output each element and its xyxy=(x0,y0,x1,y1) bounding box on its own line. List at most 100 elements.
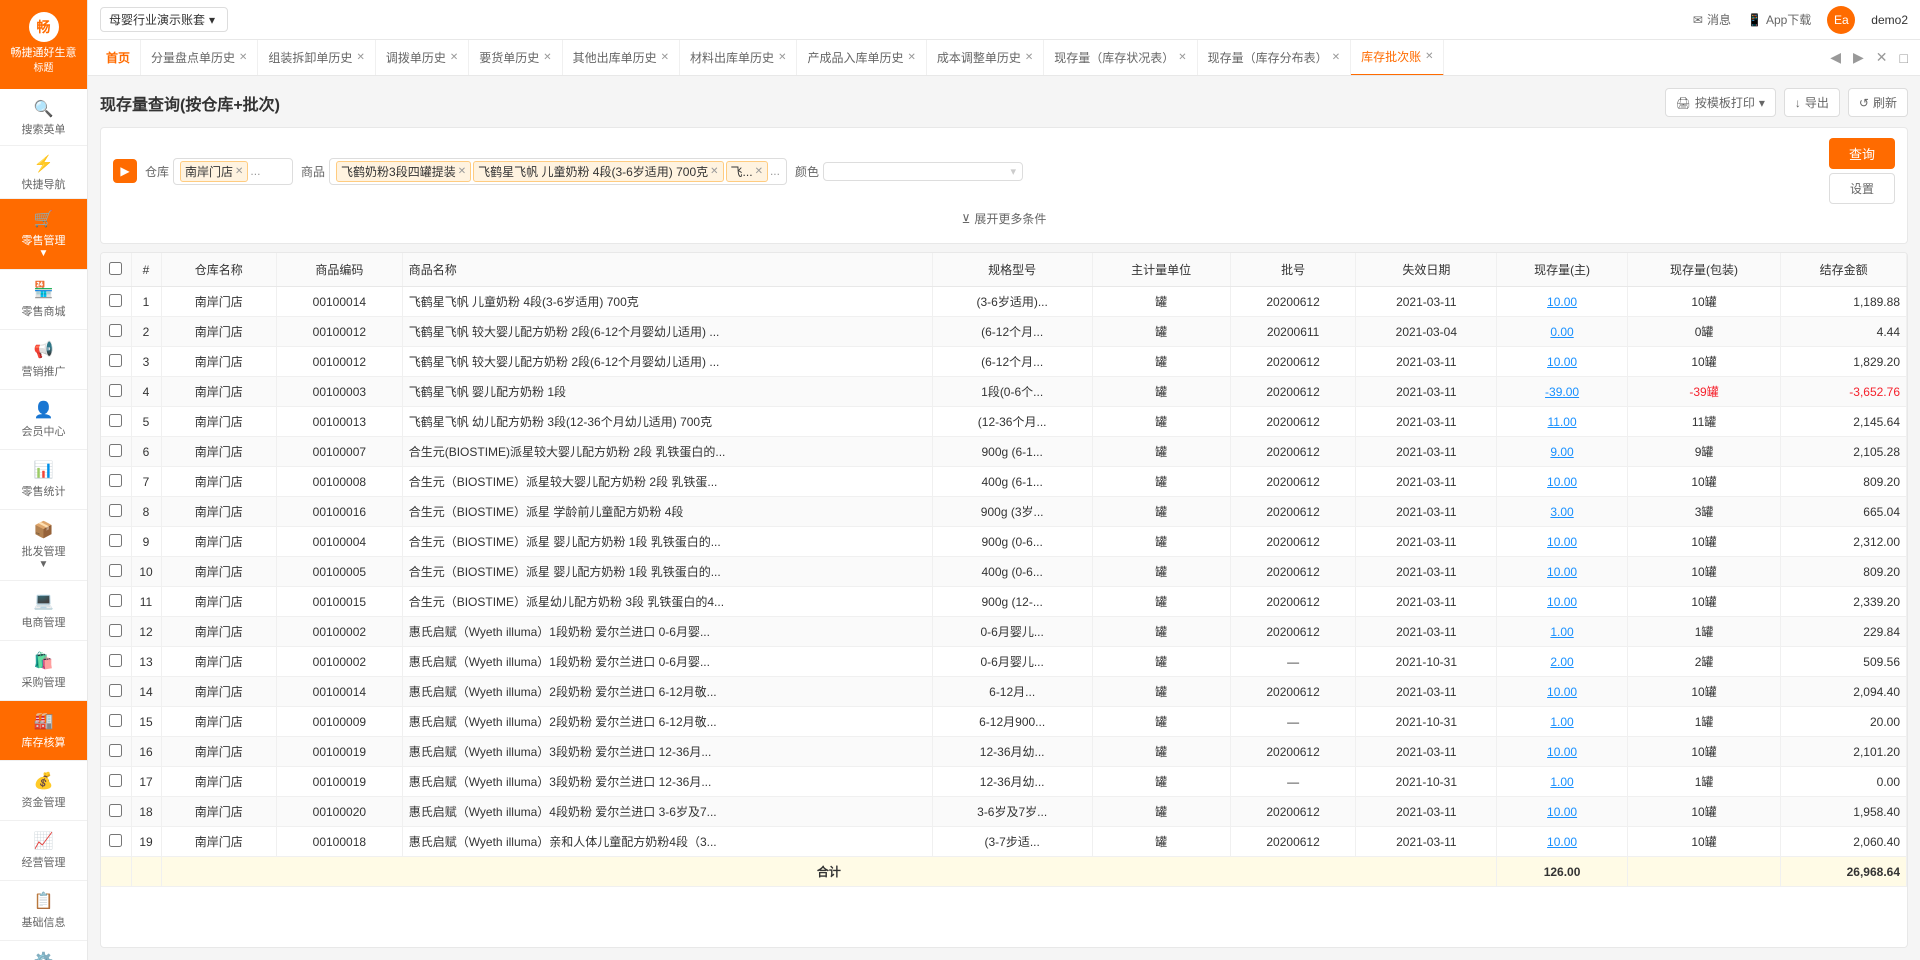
tab-home[interactable]: 首页 xyxy=(96,40,141,76)
sidebar-item-retail-shop[interactable]: 🏪 零售商城 xyxy=(0,270,87,330)
sidebar-item-finance[interactable]: 💰 资金管理 xyxy=(0,761,87,821)
tab-stock-dist[interactable]: 现存量（库存分布表） ✕ xyxy=(1198,40,1351,76)
tab-close-stock-dist[interactable]: ✕ xyxy=(1332,52,1340,63)
sidebar-item-quick-nav[interactable]: ⚡ 快捷导航 xyxy=(0,146,87,199)
th-checkbox[interactable] xyxy=(101,253,131,287)
print-button[interactable]: 🖨 按模板打印 ▾ xyxy=(1665,88,1776,117)
table-scroll[interactable]: # 仓库名称 商品编码 商品名称 规格型号 主计量单位 批号 失效日期 现存量(… xyxy=(101,253,1907,947)
row-checkbox[interactable] xyxy=(101,647,131,677)
message-btn[interactable]: ✉ 消息 xyxy=(1693,11,1731,28)
sidebar-item-retail[interactable]: 🛒 零售管理 ▼ xyxy=(0,199,87,270)
tab-close-warehouse-batch[interactable]: ✕ xyxy=(1425,51,1433,62)
row-qty-main[interactable]: 1.00 xyxy=(1497,767,1628,797)
tab-close-all[interactable]: ✕ xyxy=(1872,49,1892,66)
row-checkbox[interactable] xyxy=(101,707,131,737)
sidebar-item-marketing[interactable]: 📢 营销推广 xyxy=(0,330,87,390)
row-qty-main[interactable]: 2.00 xyxy=(1497,647,1628,677)
product-tag3-close[interactable]: ✕ xyxy=(755,166,763,177)
tab-close-cost-adjust[interactable]: ✕ xyxy=(1025,52,1033,63)
row-qty-main[interactable]: 10.00 xyxy=(1497,527,1628,557)
tab-close-yao-huo[interactable]: ✕ xyxy=(543,52,551,63)
row-checkbox[interactable] xyxy=(101,287,131,317)
row-qty-main[interactable]: -39.00 xyxy=(1497,377,1628,407)
expand-more-btn[interactable]: ⊻ 展开更多条件 xyxy=(113,204,1895,233)
warehouse-tag-close[interactable]: ✕ xyxy=(235,166,243,177)
tab-yao-huo[interactable]: 要货单历史 ✕ xyxy=(469,40,562,76)
tab-warehouse-batch[interactable]: 库存批次账 ✕ xyxy=(1351,40,1444,76)
row-checkbox[interactable] xyxy=(101,437,131,467)
app-download-btn[interactable]: 📱 App下载 xyxy=(1747,11,1811,28)
export-button[interactable]: ↓ 导出 xyxy=(1784,88,1840,117)
row-qty-main[interactable]: 9.00 xyxy=(1497,437,1628,467)
row-qty-main[interactable]: 3.00 xyxy=(1497,497,1628,527)
tab-close-other-out[interactable]: ✕ xyxy=(661,52,669,63)
row-qty-main[interactable]: 10.00 xyxy=(1497,287,1628,317)
select-all-checkbox[interactable] xyxy=(109,262,122,275)
row-qty-main[interactable]: 10.00 xyxy=(1497,557,1628,587)
tab-fen-pan[interactable]: 分量盘点单历史 ✕ xyxy=(141,40,258,76)
row-qty-main[interactable]: 1.00 xyxy=(1497,617,1628,647)
settings-button[interactable]: 设置 xyxy=(1829,173,1895,204)
color-input[interactable]: ▾ xyxy=(823,162,1023,181)
tab-other-out[interactable]: 其他出库单历史 ✕ xyxy=(563,40,680,76)
product-tag1-close[interactable]: ✕ xyxy=(458,166,466,177)
row-checkbox[interactable] xyxy=(101,767,131,797)
refresh-button[interactable]: ↺ 刷新 xyxy=(1848,88,1908,117)
row-qty-main[interactable]: 10.00 xyxy=(1497,467,1628,497)
row-checkbox[interactable] xyxy=(101,377,131,407)
sidebar-item-wholesale[interactable]: 📦 批发管理 ▼ xyxy=(0,510,87,581)
tab-arrow-right[interactable]: ▶ xyxy=(1849,49,1868,66)
tab-product-in[interactable]: 产成品入库单历史 ✕ xyxy=(797,40,926,76)
row-checkbox[interactable] xyxy=(101,677,131,707)
row-qty-main[interactable]: 10.00 xyxy=(1497,677,1628,707)
row-qty-main[interactable]: 1.00 xyxy=(1497,707,1628,737)
product-ellipsis[interactable]: ... xyxy=(770,164,780,178)
sidebar-item-ecommerce[interactable]: 💻 电商管理 xyxy=(0,581,87,641)
tab-maximize[interactable]: □ xyxy=(1896,50,1912,66)
sidebar-item-purchase[interactable]: 🛍️ 采购管理 xyxy=(0,641,87,701)
sidebar-item-system[interactable]: ⚙️ 系统管理 xyxy=(0,941,87,960)
sidebar-item-member[interactable]: 👤 会员中心 xyxy=(0,390,87,450)
tab-cailiao-out[interactable]: 材料出库单历史 ✕ xyxy=(680,40,797,76)
tab-arrow-left[interactable]: ◀ xyxy=(1826,49,1845,66)
row-qty-main[interactable]: 10.00 xyxy=(1497,797,1628,827)
tab-close-fen-pan[interactable]: ✕ xyxy=(239,52,247,63)
row-checkbox[interactable] xyxy=(101,617,131,647)
search-expand-button[interactable]: ▶ xyxy=(113,159,137,183)
tab-stock-status[interactable]: 现存量（库存状况表） ✕ xyxy=(1044,40,1197,76)
row-checkbox[interactable] xyxy=(101,527,131,557)
sidebar-item-search[interactable]: 🔍 搜索英单 xyxy=(0,89,87,146)
row-checkbox[interactable] xyxy=(101,347,131,377)
tab-zu-chai[interactable]: 组装拆卸单历史 ✕ xyxy=(258,40,375,76)
sidebar-item-retail-stats[interactable]: 📊 零售统计 xyxy=(0,450,87,510)
tab-close-stock-status[interactable]: ✕ xyxy=(1178,52,1186,63)
account-selector[interactable]: 母婴行业演示账套 ▾ xyxy=(100,7,228,32)
product-tag-container[interactable]: 飞鹤奶粉3段四罐提装 ✕ 飞鹤星飞帆 儿童奶粉 4段(3-6岁适用) 700克 … xyxy=(329,158,787,185)
row-qty-main[interactable]: 0.00 xyxy=(1497,317,1628,347)
row-checkbox[interactable] xyxy=(101,497,131,527)
tab-cost-adjust[interactable]: 成本调整单历史 ✕ xyxy=(927,40,1044,76)
tab-close-tiao-bo[interactable]: ✕ xyxy=(450,52,458,63)
row-qty-main[interactable]: 11.00 xyxy=(1497,407,1628,437)
tab-close-zu-chai[interactable]: ✕ xyxy=(356,52,364,63)
sidebar-item-operation[interactable]: 📈 经营管理 xyxy=(0,821,87,881)
warehouse-ellipsis[interactable]: ... xyxy=(250,164,260,178)
row-checkbox[interactable] xyxy=(101,467,131,497)
row-checkbox[interactable] xyxy=(101,317,131,347)
query-button[interactable]: 查询 xyxy=(1829,138,1895,169)
row-checkbox[interactable] xyxy=(101,407,131,437)
row-qty-main[interactable]: 10.00 xyxy=(1497,827,1628,857)
sidebar-item-warehouse[interactable]: 🏭 库存核算 xyxy=(0,701,87,761)
row-qty-main[interactable]: 10.00 xyxy=(1497,587,1628,617)
row-checkbox[interactable] xyxy=(101,827,131,857)
row-checkbox[interactable] xyxy=(101,587,131,617)
warehouse-tag-container[interactable]: 南岸门店 ✕ ... xyxy=(173,158,293,185)
row-qty-main[interactable]: 10.00 xyxy=(1497,347,1628,377)
tab-tiao-bo[interactable]: 调拨单历史 ✕ xyxy=(376,40,469,76)
row-checkbox[interactable] xyxy=(101,737,131,767)
product-tag2-close[interactable]: ✕ xyxy=(710,166,718,177)
row-qty-main[interactable]: 10.00 xyxy=(1497,737,1628,767)
sidebar-item-basic[interactable]: 📋 基础信息 xyxy=(0,881,87,941)
tab-close-product-in[interactable]: ✕ xyxy=(907,52,915,63)
row-checkbox[interactable] xyxy=(101,557,131,587)
